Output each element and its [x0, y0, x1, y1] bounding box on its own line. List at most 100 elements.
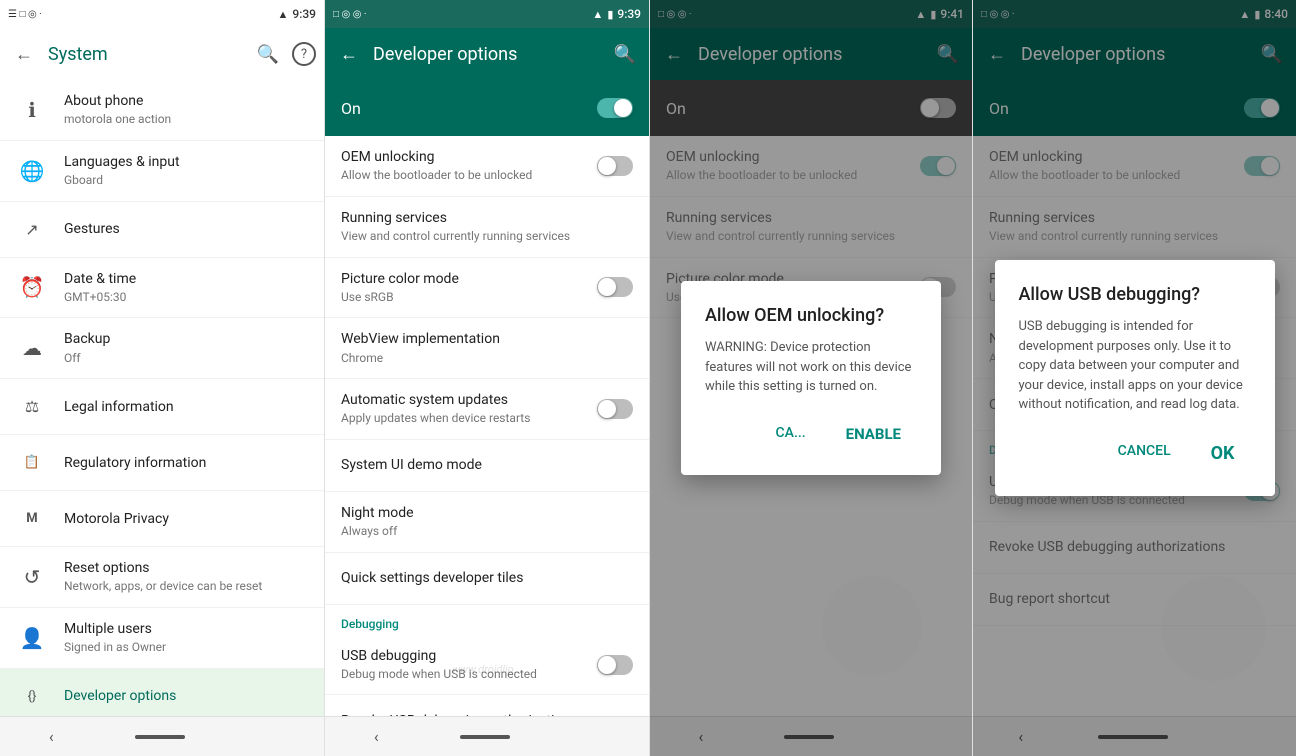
usb-ok-button[interactable]: OK — [1195, 435, 1251, 472]
setting-regulatory[interactable]: 📋 Regulatory information — [0, 435, 324, 491]
developer-on-row[interactable]: On — [325, 80, 649, 136]
home-indicator-mid[interactable] — [460, 735, 510, 739]
languages-title: Languages & input — [64, 153, 308, 171]
setting-gestures[interactable]: ↗ Gestures — [0, 202, 324, 258]
setting-reset[interactable]: ↺ Reset options Network, apps, or device… — [0, 547, 324, 608]
about-title: About phone — [64, 92, 308, 110]
oem-dialog-title: Allow OEM unlocking? — [705, 305, 917, 326]
back-nav-mid[interactable]: ‹ — [358, 719, 395, 754]
dev-ui-demo[interactable]: System UI demo mode — [325, 440, 649, 492]
back-button-middle[interactable]: ← — [333, 38, 365, 70]
status-icons-left: ☰ □ ◎ · — [8, 9, 42, 20]
languages-subtitle: Gboard — [64, 173, 308, 189]
oem-dialog: Allow OEM unlocking? WARNING: Device pro… — [681, 281, 941, 475]
reset-title: Reset options — [64, 559, 308, 577]
dev-oem-unlocking[interactable]: OEM unlocking Allow the bootloader to be… — [325, 136, 649, 197]
debugging-header-mid: Debugging — [325, 605, 649, 635]
setting-datetime[interactable]: ⏰ Date & time GMT+05:30 — [0, 258, 324, 319]
usb-dialog-actions: Cancel OK — [1019, 435, 1251, 472]
reset-subtitle: Network, apps, or device can be reset — [64, 579, 308, 595]
developer-options-panel-3: □ ◎ ◎ · ▲ ▮ 8:40 ← Developer options 🔍 O… — [973, 0, 1296, 756]
watermark-mid: www.droidlip... — [452, 663, 522, 676]
system-settings-panel: ☰ □ ◎ · ▲ 9:39 ← System 🔍 ? ℹ About phon… — [0, 0, 325, 756]
setting-users[interactable]: 👤 Multiple users Signed in as Owner — [0, 608, 324, 669]
developer-options-panel-2: □ ◎ ◎ · ▲ ▮ 9:41 ← Developer options 🔍 O… — [650, 0, 973, 756]
developer-icon: {} — [16, 689, 48, 704]
app-bar-middle: ← Developer options 🔍 — [325, 28, 649, 80]
help-button-left[interactable]: ? — [292, 42, 316, 66]
status-bar-middle: □ ◎ ◎ · ▲ ▮ 9:39 — [325, 0, 649, 28]
dev-webview[interactable]: WebView implementation Chrome — [325, 318, 649, 379]
users-title: Multiple users — [64, 620, 308, 638]
oem-dialog-content: WARNING: Device protection features will… — [705, 338, 917, 397]
dev-on-toggle[interactable] — [597, 98, 633, 118]
right-panels: □ ◎ ◎ · ▲ ▮ 9:41 ← Developer options 🔍 O… — [650, 0, 1296, 756]
usb-dialog: Allow USB debugging? USB debugging is in… — [995, 260, 1275, 496]
notif-icons-mid: □ ◎ ◎ · — [333, 9, 367, 20]
dev-picture-color[interactable]: Picture color mode Use sRGB — [325, 258, 649, 319]
app-title-left: System — [48, 44, 244, 65]
oem-toggle-mid[interactable] — [597, 156, 633, 176]
setting-legal[interactable]: ⚖ Legal information — [0, 379, 324, 435]
gestures-icon: ↗ — [16, 220, 48, 239]
back-nav-left[interactable]: ‹ — [33, 719, 70, 754]
developer-options-panel-1: □ ◎ ◎ · ▲ ▮ 9:39 ← Developer options 🔍 O… — [325, 0, 650, 756]
app-bar-left: ← System 🔍 ? — [0, 28, 324, 80]
dev-auto-updates[interactable]: Automatic system updates Apply updates w… — [325, 379, 649, 440]
setting-motorola-privacy[interactable]: M Motorola Privacy — [0, 491, 324, 547]
legal-title: Legal information — [64, 398, 308, 416]
setting-developer-options[interactable]: {} Developer options — [0, 669, 324, 716]
dev-quick-settings-tiles[interactable]: Quick settings developer tiles — [325, 553, 649, 605]
usb-cancel-button[interactable]: Cancel — [1102, 435, 1187, 472]
usb-toggle-mid[interactable] — [597, 655, 633, 675]
back-button-left[interactable]: ← — [8, 38, 40, 70]
about-icon: ℹ — [16, 98, 48, 122]
oem-dialog-actions: Ca... Enable — [705, 417, 917, 451]
datetime-icon: ⏰ — [16, 275, 48, 299]
backup-title: Backup — [64, 330, 308, 348]
motorola-title: Motorola Privacy — [64, 510, 308, 528]
dev-settings-list-middle: OEM unlocking Allow the bootloader to be… — [325, 136, 649, 716]
search-button-middle[interactable]: 🔍 — [609, 38, 641, 70]
setting-languages[interactable]: 🌐 Languages & input Gboard — [0, 141, 324, 202]
about-subtitle: motorola one action — [64, 112, 308, 128]
home-indicator-left[interactable] — [135, 735, 185, 739]
autoupdate-toggle-mid[interactable] — [597, 399, 633, 419]
search-button-left[interactable]: 🔍 — [252, 38, 284, 70]
developer-title: Developer options — [64, 687, 308, 705]
notification-icons: ☰ □ ◎ · — [8, 9, 42, 20]
oem-cancel-button[interactable]: Ca... — [760, 417, 822, 451]
gestures-title: Gestures — [64, 220, 308, 238]
regulatory-icon: 📋 — [16, 455, 48, 470]
color-toggle-mid[interactable] — [597, 277, 633, 297]
dev-revoke-usb[interactable]: Revoke USB debugging authorizations — [325, 695, 649, 716]
app-title-middle: Developer options — [373, 44, 601, 65]
nav-bar-middle: ‹ — [325, 716, 649, 756]
battery-mid: ▮ — [607, 8, 613, 21]
dev-on-label: On — [341, 99, 597, 118]
users-icon: 👤 — [16, 626, 48, 650]
usb-dialog-title: Allow USB debugging? — [1019, 284, 1251, 305]
datetime-title: Date & time — [64, 270, 308, 288]
usb-dialog-overlay: Allow USB debugging? USB debugging is in… — [973, 0, 1296, 756]
reset-icon: ↺ — [16, 565, 48, 589]
status-right-left: ▲ 9:39 — [277, 7, 316, 21]
regulatory-title: Regulatory information — [64, 454, 308, 472]
legal-icon: ⚖ — [16, 397, 48, 416]
datetime-subtitle: GMT+05:30 — [64, 290, 308, 306]
backup-icon: ☁ — [16, 336, 48, 360]
setting-backup[interactable]: ☁ Backup Off — [0, 318, 324, 379]
usb-dialog-content: USB debugging is intended for developmen… — [1019, 317, 1251, 415]
time-mid: 9:39 — [617, 7, 641, 21]
setting-about-phone[interactable]: ℹ About phone motorola one action — [0, 80, 324, 141]
dev-running-services[interactable]: Running services View and control curren… — [325, 197, 649, 258]
users-subtitle: Signed in as Owner — [64, 640, 308, 656]
system-settings-list: ℹ About phone motorola one action 🌐 Lang… — [0, 80, 324, 716]
status-bar-left: ☰ □ ◎ · ▲ 9:39 — [0, 0, 324, 28]
dev-night-mode[interactable]: Night mode Always off — [325, 492, 649, 553]
wifi-mid: ▲ — [592, 8, 603, 21]
backup-subtitle: Off — [64, 351, 308, 367]
time-left: 9:39 — [292, 7, 316, 21]
languages-icon: 🌐 — [16, 159, 48, 183]
oem-enable-button[interactable]: Enable — [830, 417, 917, 451]
